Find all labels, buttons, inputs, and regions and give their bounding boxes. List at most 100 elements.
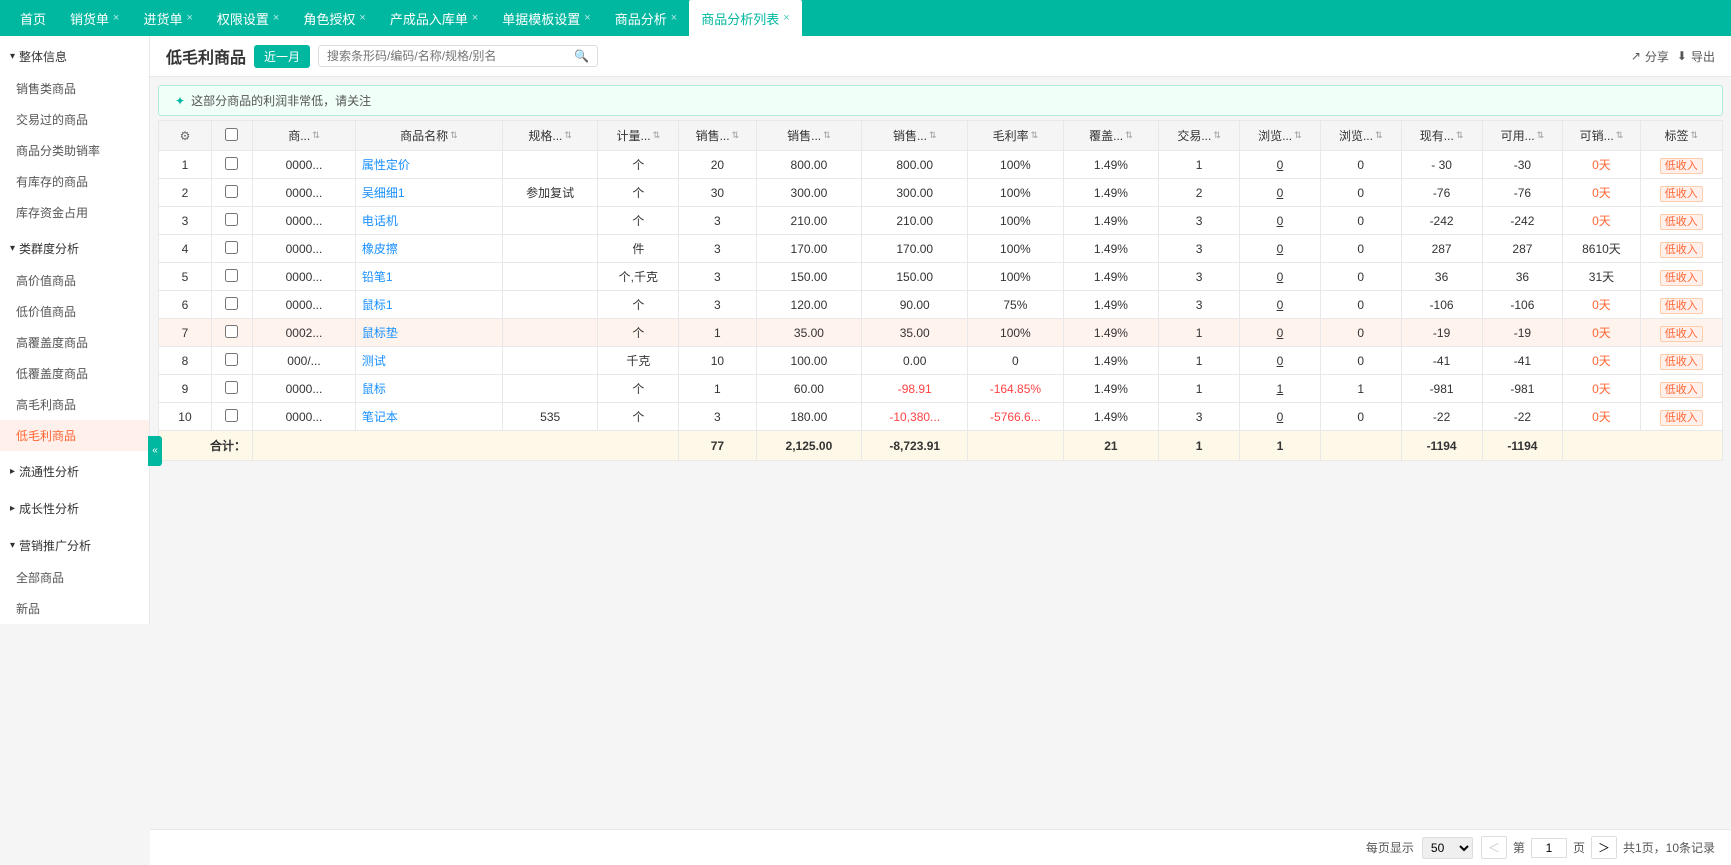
row-checkbox[interactable] xyxy=(211,151,252,179)
row-name[interactable]: 属性定价 xyxy=(355,151,502,179)
sort-icon[interactable]: ⇅ xyxy=(1456,130,1464,141)
sort-icon[interactable]: ⇅ xyxy=(823,130,831,141)
row-checkbox[interactable] xyxy=(211,235,252,263)
sort-icon[interactable]: ⇅ xyxy=(929,130,937,141)
sort-icon[interactable]: ⇅ xyxy=(1691,130,1699,141)
row-trade[interactable]: 0 xyxy=(1240,347,1321,375)
sidebar-group-circulation-title[interactable]: ▸ 流通性分析 xyxy=(0,455,149,488)
th-browse2[interactable]: 浏览... ⇅ xyxy=(1320,121,1401,151)
nav-close-icon[interactable]: × xyxy=(186,12,192,24)
sidebar-item-low-coverage[interactable]: 低覆盖度商品 xyxy=(0,358,149,389)
search-icon[interactable]: 🔍 xyxy=(574,49,589,63)
th-tag[interactable]: 标签 ⇅ xyxy=(1640,121,1722,151)
th-name[interactable]: 商品名称 ⇅ xyxy=(355,121,502,151)
sort-icon[interactable]: ⇅ xyxy=(1213,130,1221,141)
th-available[interactable]: 可用... ⇅ xyxy=(1482,121,1563,151)
row-checkbox[interactable] xyxy=(211,291,252,319)
row-checkbox[interactable] xyxy=(211,263,252,291)
nav-product-analysis-list[interactable]: 商品分析列表 × xyxy=(689,0,801,36)
nav-product-entry[interactable]: 产成品入库单 × xyxy=(378,0,490,36)
sidebar-item-high-value[interactable]: 高价值商品 xyxy=(0,265,149,296)
nav-home[interactable]: 首页 xyxy=(8,0,58,36)
sort-icon[interactable]: ⇅ xyxy=(312,130,320,141)
sidebar-item-low-value[interactable]: 低价值商品 xyxy=(0,296,149,327)
sort-icon[interactable]: ⇅ xyxy=(732,130,740,141)
row-trade[interactable]: 0 xyxy=(1240,151,1321,179)
next-page-button[interactable]: ＞ xyxy=(1591,836,1617,859)
nav-role-auth[interactable]: 角色授权 × xyxy=(291,0,377,36)
th-browse1[interactable]: 浏览... ⇅ xyxy=(1240,121,1321,151)
sidebar-item-low-margin[interactable]: 低毛利商品 xyxy=(0,420,149,451)
nav-template-settings[interactable]: 单据模板设置 × xyxy=(490,0,602,36)
sidebar-group-marketing-title[interactable]: ▾ 营销推广分析 xyxy=(0,529,149,562)
row-checkbox[interactable] xyxy=(211,347,252,375)
sort-icon[interactable]: ⇅ xyxy=(1375,130,1383,141)
select-all-checkbox[interactable] xyxy=(225,128,238,141)
sort-icon[interactable]: ⇅ xyxy=(564,130,572,141)
nav-sales-order[interactable]: 销货单 × xyxy=(58,0,131,36)
sidebar-item-category-rate[interactable]: 商品分类助销率 xyxy=(0,135,149,166)
sort-icon[interactable]: ⇅ xyxy=(653,130,661,141)
row-trade[interactable]: 0 xyxy=(1240,235,1321,263)
nav-close-icon[interactable]: × xyxy=(472,12,478,24)
table-container[interactable]: ⚙ 商... ⇅ 商品名称 xyxy=(150,120,1731,829)
row-name[interactable]: 铅笔1 xyxy=(355,263,502,291)
nav-permission[interactable]: 权限设置 × xyxy=(205,0,291,36)
th-spec[interactable]: 规格... ⇅ xyxy=(502,121,598,151)
nav-close-icon[interactable]: × xyxy=(359,12,365,24)
row-trade[interactable]: 0 xyxy=(1240,291,1321,319)
sidebar-item-high-coverage[interactable]: 高覆盖度商品 xyxy=(0,327,149,358)
row-trade[interactable]: 0 xyxy=(1240,403,1321,431)
sidebar-collapse-button[interactable]: « xyxy=(148,436,162,466)
period-button[interactable]: 近一月 xyxy=(254,45,310,68)
row-checkbox[interactable] xyxy=(211,207,252,235)
th-settings[interactable]: ⚙ xyxy=(159,121,212,151)
row-name[interactable]: 电话机 xyxy=(355,207,502,235)
th-coverage[interactable]: 覆盖... ⇅ xyxy=(1063,121,1159,151)
row-name[interactable]: 鼠标1 xyxy=(355,291,502,319)
row-checkbox[interactable] xyxy=(211,403,252,431)
sidebar-item-all-products[interactable]: 全部商品 xyxy=(0,562,149,593)
gear-icon[interactable]: ⚙ xyxy=(180,129,191,143)
nav-close-icon[interactable]: × xyxy=(113,12,119,24)
th-checkbox[interactable] xyxy=(211,121,252,151)
sort-icon[interactable]: ⇅ xyxy=(1537,130,1545,141)
th-days[interactable]: 可销... ⇅ xyxy=(1563,121,1640,151)
row-trade[interactable]: 0 xyxy=(1240,179,1321,207)
sidebar-item-new-products[interactable]: 新品 xyxy=(0,593,149,624)
th-qty[interactable]: 销售... ⇅ xyxy=(679,121,756,151)
sort-icon[interactable]: ⇅ xyxy=(1294,130,1302,141)
row-name[interactable]: 测试 xyxy=(355,347,502,375)
nav-close-icon[interactable]: × xyxy=(584,12,590,24)
th-sales-profit[interactable]: 销售... ⇅ xyxy=(862,121,968,151)
sidebar-item-sales-products[interactable]: 销售类商品 xyxy=(0,73,149,104)
row-trade[interactable]: 0 xyxy=(1240,263,1321,291)
sidebar-group-growth-title[interactable]: ▸ 成长性分析 xyxy=(0,492,149,525)
row-trade[interactable]: 1 xyxy=(1240,375,1321,403)
row-name[interactable]: 橡皮擦 xyxy=(355,235,502,263)
export-button[interactable]: ⬇ 导出 xyxy=(1677,48,1715,65)
nav-close-icon[interactable]: × xyxy=(783,12,789,24)
sort-icon[interactable]: ⇅ xyxy=(1616,130,1624,141)
row-name[interactable]: 笔记本 xyxy=(355,403,502,431)
sort-icon[interactable]: ⇅ xyxy=(1031,130,1039,141)
per-page-select[interactable]: 50 10 20 100 xyxy=(1422,837,1473,859)
th-stock[interactable]: 现有... ⇅ xyxy=(1401,121,1482,151)
th-sales-amount[interactable]: 销售... ⇅ xyxy=(756,121,862,151)
th-gross-rate[interactable]: 毛利率 ⇅ xyxy=(968,121,1064,151)
search-input[interactable] xyxy=(327,49,570,63)
sidebar-item-traded-products[interactable]: 交易过的商品 xyxy=(0,104,149,135)
row-trade[interactable]: 0 xyxy=(1240,319,1321,347)
row-name[interactable]: 鼠标垫 xyxy=(355,319,502,347)
row-trade[interactable]: 0 xyxy=(1240,207,1321,235)
row-checkbox[interactable] xyxy=(211,319,252,347)
sort-icon[interactable]: ⇅ xyxy=(1125,130,1133,141)
th-unit[interactable]: 计量... ⇅ xyxy=(598,121,679,151)
share-button[interactable]: ↗ 分享 xyxy=(1631,48,1669,65)
nav-close-icon[interactable]: × xyxy=(273,12,279,24)
prev-page-button[interactable]: ＜ xyxy=(1481,836,1507,859)
row-checkbox[interactable] xyxy=(211,375,252,403)
sort-icon[interactable]: ⇅ xyxy=(450,130,458,141)
nav-purchase-order[interactable]: 进货单 × xyxy=(131,0,204,36)
nav-product-analysis[interactable]: 商品分析 × xyxy=(603,0,689,36)
